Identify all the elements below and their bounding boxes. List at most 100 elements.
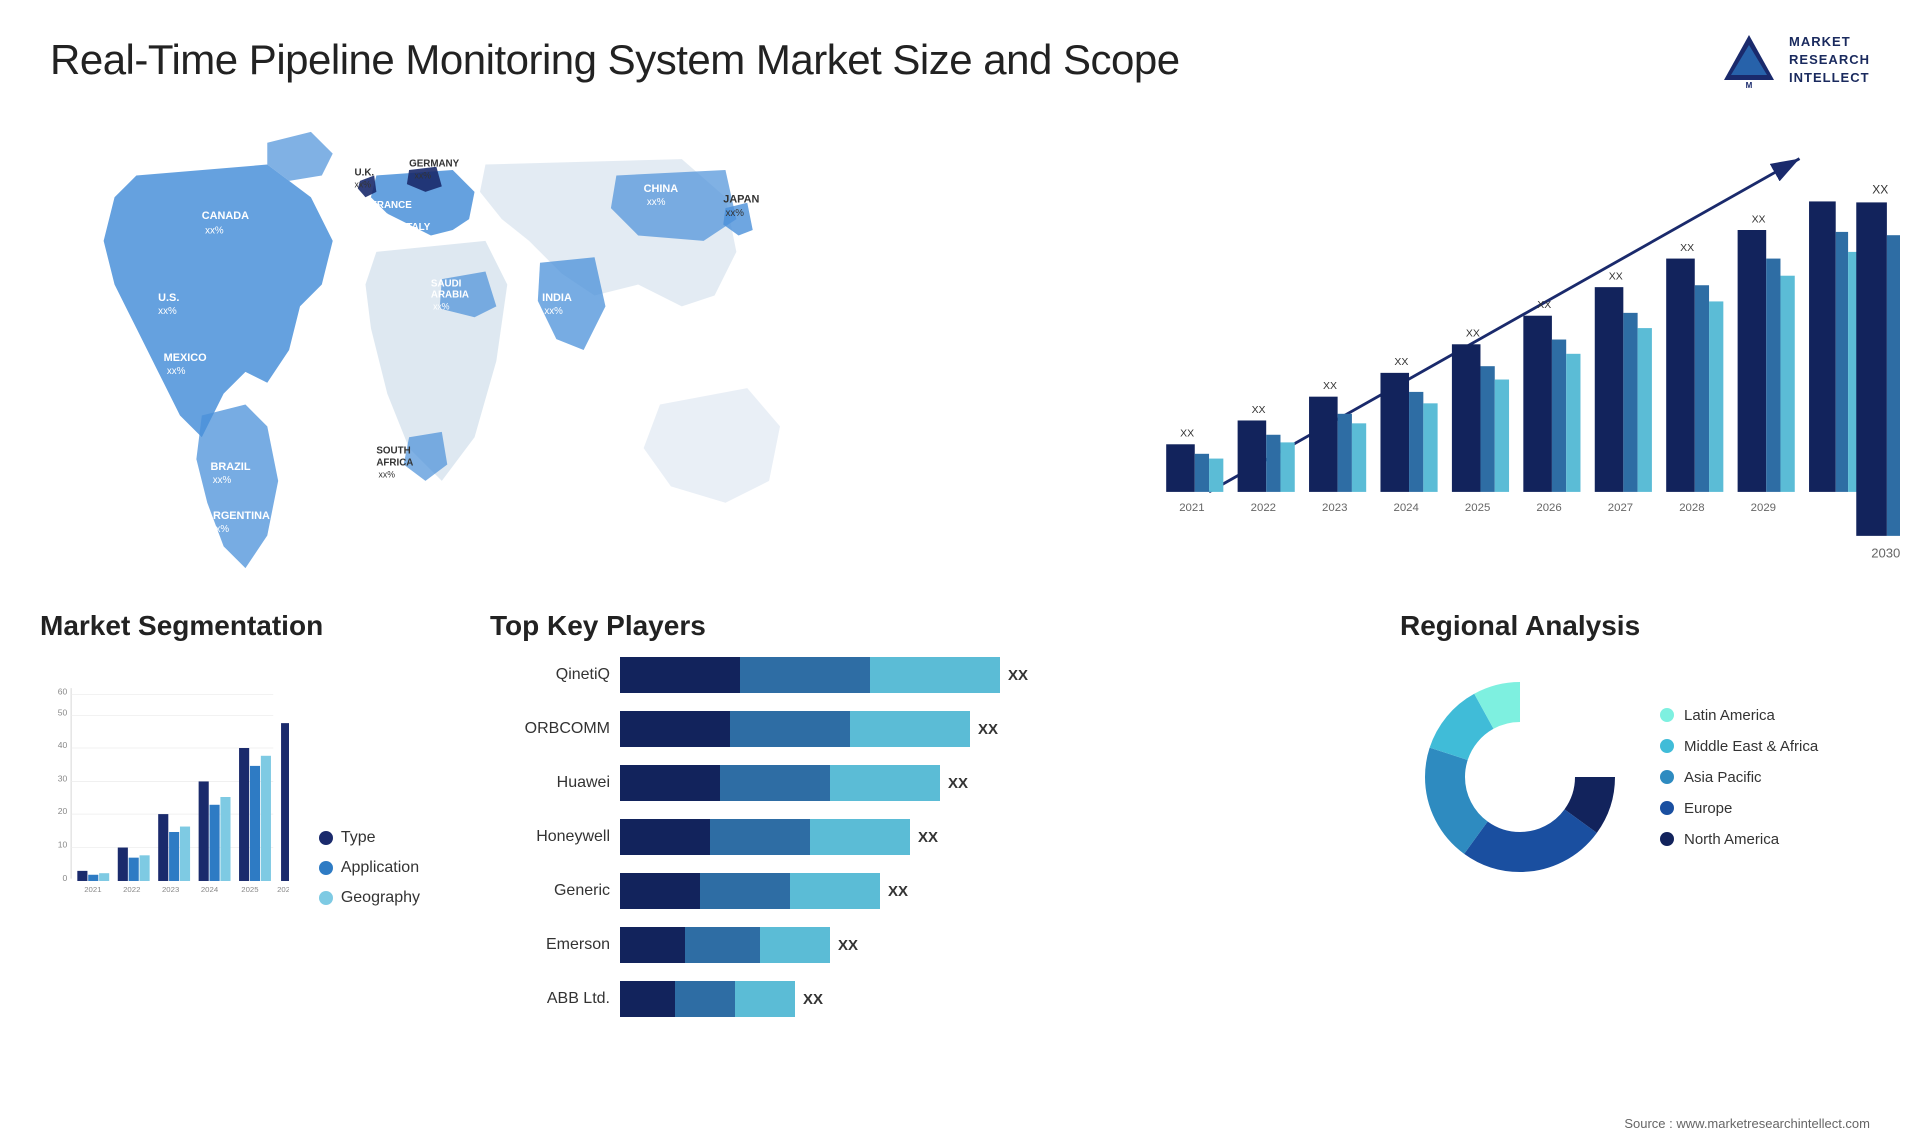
regional-analysis: Regional Analysis xyxy=(1380,600,1900,1010)
svg-text:10: 10 xyxy=(58,840,68,850)
legend-application: Application xyxy=(319,859,420,877)
svg-text:50: 50 xyxy=(58,707,68,717)
svg-text:60: 60 xyxy=(58,686,68,696)
svg-text:XX: XX xyxy=(1180,429,1194,440)
svg-text:xx%: xx% xyxy=(167,366,186,377)
player-val-qinetiq: XX xyxy=(1008,667,1028,684)
svg-text:GERMANY: GERMANY xyxy=(409,159,460,170)
bar-chart-svg: 2021 XX 2022 XX 2023 XX 2024 XX 2025 xyxy=(1100,130,1880,530)
legend-asia-pacific: Asia Pacific xyxy=(1660,769,1818,786)
svg-text:2025: 2025 xyxy=(241,885,258,894)
na-dot xyxy=(1660,832,1674,846)
player-val-generic: XX xyxy=(888,883,908,900)
player-bar-honeywell: XX xyxy=(620,819,1330,855)
svg-text:XX: XX xyxy=(1752,214,1766,225)
player-name-honeywell: Honeywell xyxy=(490,828,610,846)
key-players-section: Top Key Players QinetiQ XX ORBCOMM xyxy=(460,600,1360,1010)
svg-text:XX: XX xyxy=(1609,272,1623,283)
player-bar-emerson: XX xyxy=(620,927,1330,963)
page-title: Real-Time Pipeline Monitoring System Mar… xyxy=(50,36,1180,84)
lat-am-label: Latin America xyxy=(1684,707,1775,724)
svg-text:ARGENTINA: ARGENTINA xyxy=(205,510,270,522)
top-section: CANADA xx% U.S. xx% MEXICO xx% BRAZIL xx… xyxy=(0,110,1920,590)
svg-text:SAUDI: SAUDI xyxy=(431,279,462,290)
svg-text:2030: 2030 xyxy=(1871,546,1900,561)
donut-center xyxy=(1470,727,1570,827)
bar-chart-container: 2021 XX 2022 XX 2023 XX 2024 XX 2025 xyxy=(1080,110,1900,590)
legend-latin-america: Latin America xyxy=(1660,707,1818,724)
regional-title: Regional Analysis xyxy=(1400,610,1880,642)
svg-text:xx%: xx% xyxy=(205,225,224,236)
player-val-emerson: XX xyxy=(838,937,858,954)
source-text: Source : www.marketresearchintellect.com xyxy=(1624,1116,1870,1131)
svg-text:2025: 2025 xyxy=(1465,502,1490,514)
svg-text:XX: XX xyxy=(1394,357,1408,368)
player-bar-qinetiq: XX xyxy=(620,657,1330,693)
svg-text:40: 40 xyxy=(58,740,68,750)
svg-text:2026: 2026 xyxy=(277,885,289,894)
legend-north-america: North America xyxy=(1660,831,1818,848)
market-seg-title: Market Segmentation xyxy=(40,610,420,642)
players-list: QinetiQ XX ORBCOMM xyxy=(490,657,1330,1017)
asia-label: Asia Pacific xyxy=(1684,769,1762,786)
player-bar-abb: XX xyxy=(620,981,1330,1017)
legend-europe: Europe xyxy=(1660,800,1818,817)
svg-text:20: 20 xyxy=(58,806,68,816)
legend-type: Type xyxy=(319,829,420,847)
svg-text:2022: 2022 xyxy=(1251,502,1276,514)
map-svg: CANADA xx% U.S. xx% MEXICO xx% BRAZIL xx… xyxy=(20,110,1060,590)
svg-text:2024: 2024 xyxy=(1394,502,1420,514)
logo-area: M MARKETRESEARCHINTELLECT xyxy=(1719,30,1870,90)
svg-text:xx%: xx% xyxy=(415,171,432,181)
market-segmentation: Market Segmentation 0 10 20 30 40 50 60 xyxy=(20,600,440,1010)
svg-text:2029: 2029 xyxy=(1751,502,1776,514)
mea-dot xyxy=(1660,739,1674,753)
player-row-emerson: Emerson XX xyxy=(490,927,1330,963)
seg-bars-svg: 0 10 20 30 40 50 60 xyxy=(40,657,289,937)
svg-text:XX: XX xyxy=(1252,405,1266,416)
svg-text:XX: XX xyxy=(1323,381,1337,392)
legend-geography: Geography xyxy=(319,889,420,907)
svg-text:ARABIA: ARABIA xyxy=(431,290,469,301)
svg-text:FRANCE: FRANCE xyxy=(371,200,412,211)
key-players-title: Top Key Players xyxy=(490,610,1330,642)
asia-dot xyxy=(1660,770,1674,784)
application-dot xyxy=(319,861,333,875)
player-name-qinetiq: QinetiQ xyxy=(490,666,610,684)
svg-text:xx%: xx% xyxy=(379,470,396,480)
player-name-generic: Generic xyxy=(490,882,610,900)
player-row-huawei: Huawei XX xyxy=(490,765,1330,801)
svg-text:SOUTH: SOUTH xyxy=(376,446,410,457)
player-val-abb: XX xyxy=(803,991,823,1008)
donut-chart xyxy=(1400,657,1640,897)
svg-text:xx%: xx% xyxy=(647,197,666,208)
seg-bars: 0 10 20 30 40 50 60 xyxy=(40,657,289,937)
player-row-qinetiq: QinetiQ XX xyxy=(490,657,1330,693)
logo-icon: M xyxy=(1719,30,1779,90)
svg-text:INDIA: INDIA xyxy=(542,292,572,304)
svg-text:2026: 2026 xyxy=(1536,502,1561,514)
svg-text:xx%: xx% xyxy=(368,243,385,253)
svg-text:xx%: xx% xyxy=(158,306,177,317)
legend-mea: Middle East & Africa xyxy=(1660,738,1818,755)
player-bar-orbcomm: XX xyxy=(620,711,1330,747)
svg-text:JAPAN: JAPAN xyxy=(723,194,759,206)
svg-text:xx%: xx% xyxy=(211,524,230,535)
svg-text:xx%: xx% xyxy=(373,212,390,222)
lat-am-dot xyxy=(1660,708,1674,722)
svg-text:MEXICO: MEXICO xyxy=(164,352,207,364)
europe-dot xyxy=(1660,801,1674,815)
player-val-huawei: XX xyxy=(948,775,968,792)
application-label: Application xyxy=(341,859,419,877)
svg-text:xx%: xx% xyxy=(406,234,423,244)
type-label: Type xyxy=(341,829,376,847)
svg-text:xx%: xx% xyxy=(544,306,563,317)
svg-text:30: 30 xyxy=(58,773,68,783)
seg-legend: Type Application Geography xyxy=(319,829,420,937)
player-bar-generic: XX xyxy=(620,873,1330,909)
na-label: North America xyxy=(1684,831,1779,848)
svg-text:2021: 2021 xyxy=(1179,502,1204,514)
europe-label: Europe xyxy=(1684,800,1732,817)
svg-text:XX: XX xyxy=(1466,329,1480,340)
donut-svg xyxy=(1400,657,1640,897)
